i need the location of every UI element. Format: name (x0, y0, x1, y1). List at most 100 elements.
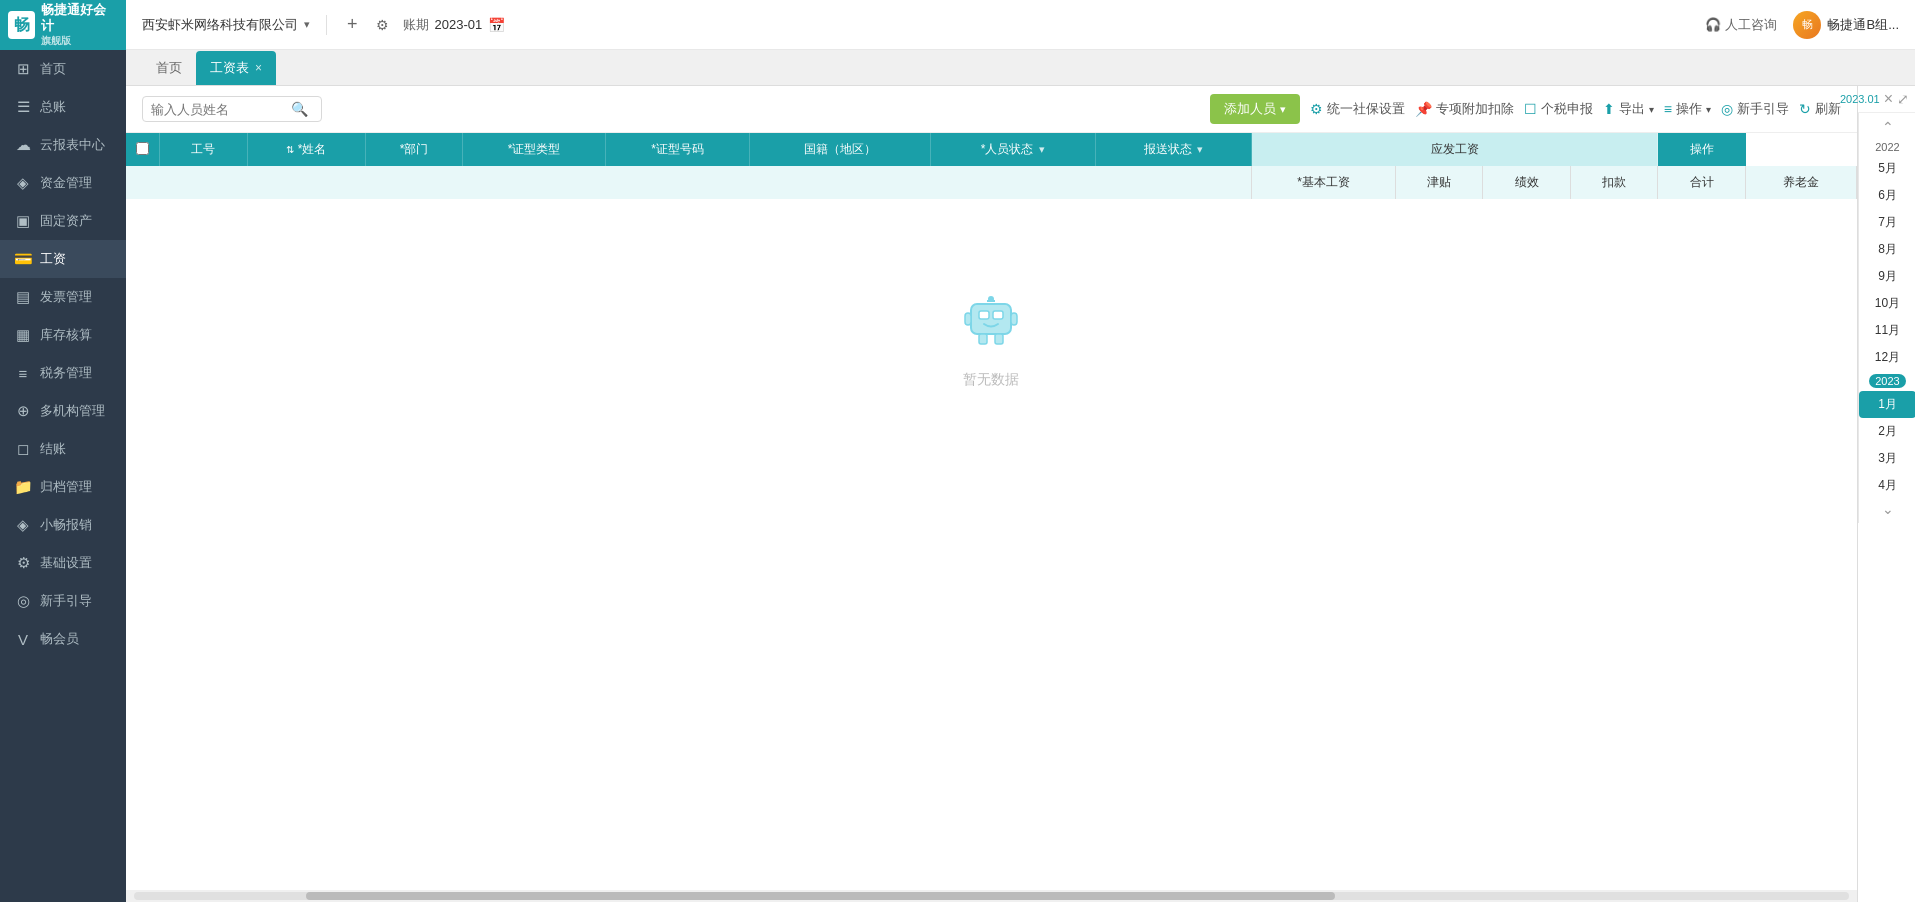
sidebar-item-assets[interactable]: ▣ 固定资产 (0, 202, 126, 240)
panel-controls: 2023.01 × ⤢ (1858, 86, 1915, 113)
sidebar-item-settings[interactable]: ⚙ 基础设置 (0, 544, 126, 582)
guide-action[interactable]: ◎ 新手引导 (1721, 100, 1789, 118)
th-id-num: *证型号码 (606, 133, 749, 166)
month-item-2022-5[interactable]: 5月 (1859, 155, 1915, 182)
search-input[interactable] (151, 102, 291, 117)
panel-expand-button[interactable]: ⤢ (1897, 91, 1909, 107)
sidebar-item-archive[interactable]: 📁 归档管理 (0, 468, 126, 506)
deduction-label: 专项附加扣除 (1436, 100, 1514, 118)
account-period: 账期 2023-01 📅 (403, 16, 506, 34)
settings-button[interactable]: ⚙ (372, 15, 393, 35)
panel-close-button[interactable]: × (1884, 90, 1893, 108)
operation-label: 操作 (1676, 100, 1702, 118)
month-item-2022-8[interactable]: 8月 (1859, 236, 1915, 263)
sidebar-item-label: 新手引导 (40, 592, 92, 610)
month-item-2022-9[interactable]: 9月 (1859, 263, 1915, 290)
deduction-action[interactable]: 📌 专项附加扣除 (1415, 100, 1514, 118)
horizontal-scrollbar[interactable] (126, 890, 1857, 902)
sidebar-item-expense[interactable]: ◈ 小畅报销 (0, 506, 126, 544)
doc-icon: ☐ (1524, 101, 1537, 117)
sidebar-item-label: 畅会员 (40, 630, 79, 648)
month-item-2022-7[interactable]: 7月 (1859, 209, 1915, 236)
sidebar-item-multi-org[interactable]: ⊕ 多机构管理 (0, 392, 126, 430)
th-report-status: 报送状态 ▾ (1096, 133, 1252, 166)
month-item-2023-2[interactable]: 2月 (1859, 418, 1915, 445)
capital-icon: ◈ (14, 174, 32, 192)
social-security-action[interactable]: ⚙ 统一社保设置 (1310, 100, 1405, 118)
th-deduction: 扣款 (1570, 166, 1658, 199)
sidebar-item-capital[interactable]: ◈ 资金管理 (0, 164, 126, 202)
scroll-up-button[interactable]: ⌃ (1859, 117, 1915, 137)
date-list[interactable]: ⌃ 2022 5月 6月 7月 8月 9月 10月 11月 12月 2023 1… (1858, 113, 1915, 523)
month-item-2022-6[interactable]: 6月 (1859, 182, 1915, 209)
year-2023-badge: 2023 (1869, 374, 1905, 388)
social-security-label: 统一社保设置 (1327, 100, 1405, 118)
table-scroll[interactable]: 工号 ⇅ *姓名 *部门 *证型类型 (126, 133, 1857, 890)
guide-icon: ◎ (1721, 101, 1733, 117)
empty-state: 暂无数据 (126, 199, 1857, 469)
select-all-checkbox[interactable] (136, 142, 149, 155)
sidebar-item-salary[interactable]: 💳 工资 (0, 240, 126, 278)
svg-rect-5 (965, 313, 971, 325)
scroll-down-button[interactable]: ⌄ (1859, 499, 1915, 519)
sidebar-item-label: 发票管理 (40, 288, 92, 306)
expense-icon: ◈ (14, 516, 32, 534)
settings-icon: ⚙ (14, 554, 32, 572)
sidebar-item-member[interactable]: V 畅会员 (0, 620, 126, 658)
export-label: 导出 (1619, 100, 1645, 118)
sidebar-item-label: 云报表中心 (40, 136, 105, 154)
sidebar-item-label: 多机构管理 (40, 402, 105, 420)
top-bar-right: 🎧 人工咨询 畅 畅捷通B组... (1705, 11, 1899, 39)
service-button[interactable]: 🎧 人工咨询 (1705, 16, 1777, 34)
table-header-row1: 工号 ⇅ *姓名 *部门 *证型类型 (126, 133, 1857, 166)
tax-report-action[interactable]: ☐ 个税申报 (1524, 100, 1593, 118)
month-item-2023-3[interactable]: 3月 (1859, 445, 1915, 472)
operation-action[interactable]: ≡ 操作 ▾ (1664, 100, 1711, 118)
month-item-2022-10[interactable]: 10月 (1859, 290, 1915, 317)
chevron-down-icon: ▾ (1649, 104, 1654, 115)
export-action[interactable]: ⬆ 导出 ▾ (1603, 100, 1654, 118)
sidebar-item-close[interactable]: ◻ 结账 (0, 430, 126, 468)
add-company-button[interactable]: + (343, 12, 362, 37)
company-selector[interactable]: 西安虾米网络科技有限公司 ▾ (142, 16, 310, 34)
tab-salary-table[interactable]: 工资表 × (196, 51, 276, 85)
top-bar: 西安虾米网络科技有限公司 ▾ + ⚙ 账期 2023-01 📅 🎧 人工咨询 畅… (126, 0, 1915, 50)
company-name: 西安虾米网络科技有限公司 (142, 16, 298, 34)
month-item-2022-12[interactable]: 12月 (1859, 344, 1915, 371)
sidebar-item-label: 首页 (40, 60, 66, 78)
scroll-thumb[interactable] (306, 892, 1335, 900)
guide-icon: ◎ (14, 592, 32, 610)
year-2022-label: 2022 (1875, 137, 1899, 155)
avatar: 畅 (1793, 11, 1821, 39)
month-item-2023-1[interactable]: 1月 (1859, 391, 1915, 418)
multi-org-icon: ⊕ (14, 402, 32, 420)
month-item-2023-4[interactable]: 4月 (1859, 472, 1915, 499)
sidebar-item-invoice[interactable]: ▤ 发票管理 (0, 278, 126, 316)
refresh-action[interactable]: ↻ 刷新 (1799, 100, 1841, 118)
sidebar-item-guide[interactable]: ◎ 新手引导 (0, 582, 126, 620)
period-label: 账期 (403, 16, 429, 34)
tab-home[interactable]: 首页 (142, 51, 196, 85)
tab-close-icon[interactable]: × (255, 61, 262, 75)
sidebar-item-home[interactable]: ⊞ 首页 (0, 50, 126, 88)
month-item-2022-11[interactable]: 11月 (1859, 317, 1915, 344)
svg-rect-7 (979, 334, 987, 344)
sidebar-item-tax[interactable]: ≡ 税务管理 (0, 354, 126, 392)
divider (326, 15, 327, 35)
search-wrap: 🔍 (142, 96, 322, 122)
user-info[interactable]: 畅 畅捷通B组... (1793, 11, 1899, 39)
checkbox-header[interactable] (126, 133, 160, 166)
right-date-panel: 2023.01 × ⤢ ⌃ 2022 5月 6月 7月 8月 9月 10月 11… (1857, 86, 1915, 902)
sidebar-item-ledger[interactable]: ☰ 总账 (0, 88, 126, 126)
member-icon: V (14, 631, 32, 648)
sidebar-item-cloud-report[interactable]: ☁ 云报表中心 (0, 126, 126, 164)
search-icon: 🔍 (291, 101, 308, 117)
chevron-down-icon: ▾ (1280, 103, 1286, 116)
service-label: 人工咨询 (1725, 16, 1777, 34)
user-name: 畅捷通B组... (1827, 16, 1899, 34)
sidebar-item-inventory[interactable]: ▦ 库存核算 (0, 316, 126, 354)
th-pension: 养老金 (1746, 166, 1857, 199)
add-person-button[interactable]: 添加人员 ▾ (1210, 94, 1300, 124)
svg-rect-1 (979, 311, 989, 319)
calendar-icon[interactable]: 📅 (488, 17, 505, 33)
